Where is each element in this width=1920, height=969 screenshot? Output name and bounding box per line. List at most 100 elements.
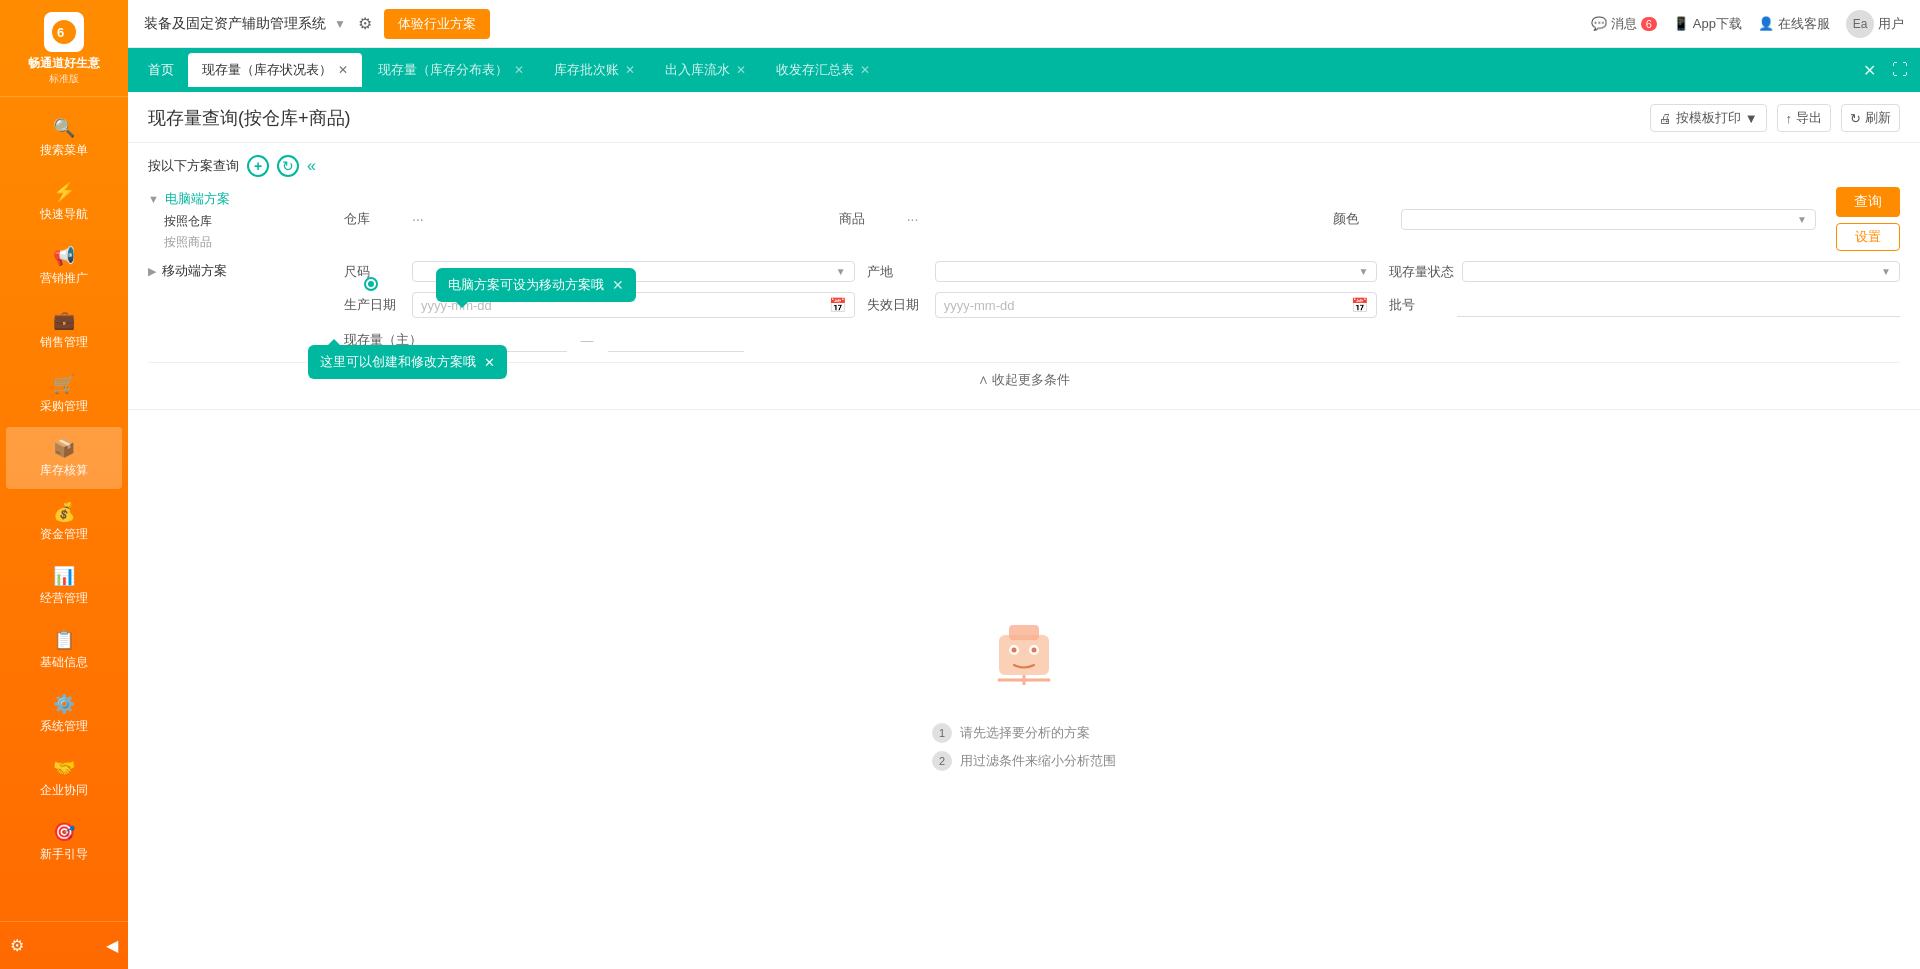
expire-date-placeholder: yyyy-mm-dd xyxy=(944,298,1015,313)
tab-receive-summary[interactable]: 收发存汇总表 ✕ xyxy=(762,53,884,87)
settings-icon[interactable]: ⚙ xyxy=(354,10,376,37)
basic-info-icon: 📋 xyxy=(53,629,75,651)
refresh-icon: ↻ xyxy=(1850,111,1861,126)
sidebar-item-inventory[interactable]: 📦 库存核算 xyxy=(6,427,122,489)
origin-arrow: ▼ xyxy=(1358,266,1368,277)
origin-dropdown[interactable]: ▼ xyxy=(935,261,1378,282)
expire-date-icon[interactable]: 📅 xyxy=(1351,297,1368,313)
scheme-tree-pc[interactable]: ▼ 电脑端方案 xyxy=(148,187,328,211)
scheme-tree-mobile[interactable]: ▶ 移动端方案 xyxy=(148,259,328,283)
size-label: 尺码 xyxy=(344,263,404,281)
refresh-btn[interactable]: ↻ 刷新 xyxy=(1841,104,1900,132)
system-icon: ⚙️ xyxy=(53,693,75,715)
sidebar-item-purchase[interactable]: 🛒 采购管理 xyxy=(6,363,122,425)
online-service-label: 在线客服 xyxy=(1778,15,1830,33)
stock-qty-max[interactable] xyxy=(608,328,745,352)
step1-num: 1 xyxy=(932,723,952,743)
logo-icon: 6 xyxy=(44,12,84,52)
tab-inventory-status-close[interactable]: ✕ xyxy=(338,63,348,77)
app-download-label: App下载 xyxy=(1693,15,1742,33)
sidebar-item-guide[interactable]: 🎯 新手引导 xyxy=(6,811,122,873)
settings-bottom-btn[interactable]: ⚙ xyxy=(6,932,28,959)
color-dropdown[interactable]: ▼ xyxy=(1401,209,1816,230)
filter-add-btn[interactable]: + xyxy=(247,155,269,177)
logo-text: 畅通道好生意 xyxy=(28,56,100,72)
sidebar-item-finance[interactable]: 💰 资金管理 xyxy=(6,491,122,553)
tab-in-out-flow[interactable]: 出入库流水 ✕ xyxy=(651,53,760,87)
batch-input[interactable] xyxy=(1457,293,1900,317)
system-selector[interactable]: ▼ xyxy=(334,17,346,31)
empty-step-2: 2 用过滤条件来缩小分析范围 xyxy=(932,751,1116,771)
empty-step-1: 1 请先选择要分析的方案 xyxy=(932,723,1116,743)
sales-icon: 💼 xyxy=(53,309,75,331)
scheme-tree-pc-child[interactable]: 按照仓库 xyxy=(164,211,328,232)
inventory-icon: 📦 xyxy=(53,437,75,459)
filter-arrow-btn[interactable]: « xyxy=(307,157,316,175)
sidebar-item-marketing[interactable]: 📢 营销推广 xyxy=(6,235,122,297)
tab-inventory-status[interactable]: 现存量（库存状况表） ✕ xyxy=(188,53,362,87)
stock-status-label: 现存量状态 xyxy=(1389,263,1454,281)
sidebar-item-quick-nav[interactable]: ⚡ 快速导航 xyxy=(6,171,122,233)
message-action[interactable]: 💬 消息 6 xyxy=(1591,15,1657,33)
sidebar-item-quick-nav-label: 快速导航 xyxy=(40,206,88,223)
action-btns-right: 查询 设置 xyxy=(1836,187,1900,251)
tab-inventory-dist[interactable]: 现存量（库存分布表） ✕ xyxy=(364,53,538,87)
refresh-label: 刷新 xyxy=(1865,109,1891,127)
expire-date-input[interactable]: yyyy-mm-dd 📅 xyxy=(935,292,1378,318)
tooltip1-close[interactable]: ✕ xyxy=(612,277,624,293)
sidebar-item-operations[interactable]: 📊 经营管理 xyxy=(6,555,122,617)
tab-inventory-dist-close[interactable]: ✕ xyxy=(514,63,524,77)
reset-btn[interactable]: 设置 xyxy=(1836,223,1900,251)
export-btn[interactable]: ↑ 导出 xyxy=(1777,104,1832,132)
print-btn[interactable]: 🖨 按模板打印 ▼ xyxy=(1650,104,1767,132)
sidebar-item-basic-info-label: 基础信息 xyxy=(40,654,88,671)
finance-icon: 💰 xyxy=(53,501,75,523)
tab-inventory-dist-label: 现存量（库存分布表） xyxy=(378,61,508,79)
enterprise-icon: 🤝 xyxy=(53,757,75,779)
expire-date-label: 失效日期 xyxy=(867,296,927,314)
user-action[interactable]: Ea 用户 xyxy=(1846,10,1904,38)
online-service-action[interactable]: 👤 在线客服 xyxy=(1758,15,1830,33)
sidebar-item-basic-info[interactable]: 📋 基础信息 xyxy=(6,619,122,681)
tab-batch-ledger-close[interactable]: ✕ xyxy=(625,63,635,77)
page-header: 现存量查询(按仓库+商品) 🖨 按模板打印 ▼ ↑ 导出 ↻ 刷新 xyxy=(128,92,1920,143)
message-icon: 💬 xyxy=(1591,16,1607,31)
prod-date-icon[interactable]: 📅 xyxy=(829,297,846,313)
sidebar-item-sales[interactable]: 💼 销售管理 xyxy=(6,299,122,361)
color-arrow: ▼ xyxy=(1797,214,1807,225)
search-btn[interactable]: 查询 xyxy=(1836,187,1900,217)
collapse-label: 收起更多条件 xyxy=(992,372,1070,387)
operations-icon: 📊 xyxy=(53,565,75,587)
tab-fullscreen-btn[interactable]: ⛶ xyxy=(1888,57,1912,83)
export-icon: ↑ xyxy=(1786,111,1793,126)
sidebar-item-search[interactable]: 🔍 搜索菜单 xyxy=(6,107,122,169)
tab-in-out-flow-close[interactable]: ✕ xyxy=(736,63,746,77)
collapse-sidebar-btn[interactable]: ◀ xyxy=(102,932,122,959)
stock-status-dropdown[interactable]: ▼ xyxy=(1462,261,1900,282)
svg-rect-3 xyxy=(1009,625,1039,640)
warehouse-more-icon[interactable]: ··· xyxy=(412,211,424,227)
print-icon: 🖨 xyxy=(1659,111,1672,126)
page-content: 现存量查询(按仓库+商品) 🖨 按模板打印 ▼ ↑ 导出 ↻ 刷新 xyxy=(128,92,1920,969)
filter-field-warehouse: 仓库 ··· xyxy=(344,210,827,228)
filter-field-expire-date: 失效日期 yyyy-mm-dd 📅 xyxy=(867,292,1378,318)
empty-state: 1 请先选择要分析的方案 2 用过滤条件来缩小分析范围 xyxy=(128,410,1920,969)
sidebar-item-enterprise[interactable]: 🤝 企业协同 xyxy=(6,747,122,809)
tab-batch-ledger[interactable]: 库存批次账 ✕ xyxy=(540,53,649,87)
tooltip2-close[interactable]: ✕ xyxy=(484,355,495,370)
filter-field-stock-status: 现存量状态 ▼ xyxy=(1389,261,1900,282)
step2-num: 2 xyxy=(932,751,952,771)
tab-home[interactable]: 首页 xyxy=(136,53,186,87)
app-download-action[interactable]: 📱 App下载 xyxy=(1673,15,1742,33)
tab-close-all-btn[interactable]: ✕ xyxy=(1859,57,1880,84)
goods-more-icon[interactable]: ··· xyxy=(907,211,919,227)
step2-text: 用过滤条件来缩小分析范围 xyxy=(960,752,1116,770)
industry-btn[interactable]: 体验行业方案 xyxy=(384,9,490,39)
tab-receive-summary-label: 收发存汇总表 xyxy=(776,61,854,79)
filter-field-origin: 产地 ▼ xyxy=(867,261,1378,282)
filter-refresh-btn[interactable]: ↻ xyxy=(277,155,299,177)
filter-label: 按以下方案查询 xyxy=(148,157,239,175)
sidebar-item-system[interactable]: ⚙️ 系统管理 xyxy=(6,683,122,745)
page-actions: 🖨 按模板打印 ▼ ↑ 导出 ↻ 刷新 xyxy=(1650,104,1900,132)
tab-receive-summary-close[interactable]: ✕ xyxy=(860,63,870,77)
